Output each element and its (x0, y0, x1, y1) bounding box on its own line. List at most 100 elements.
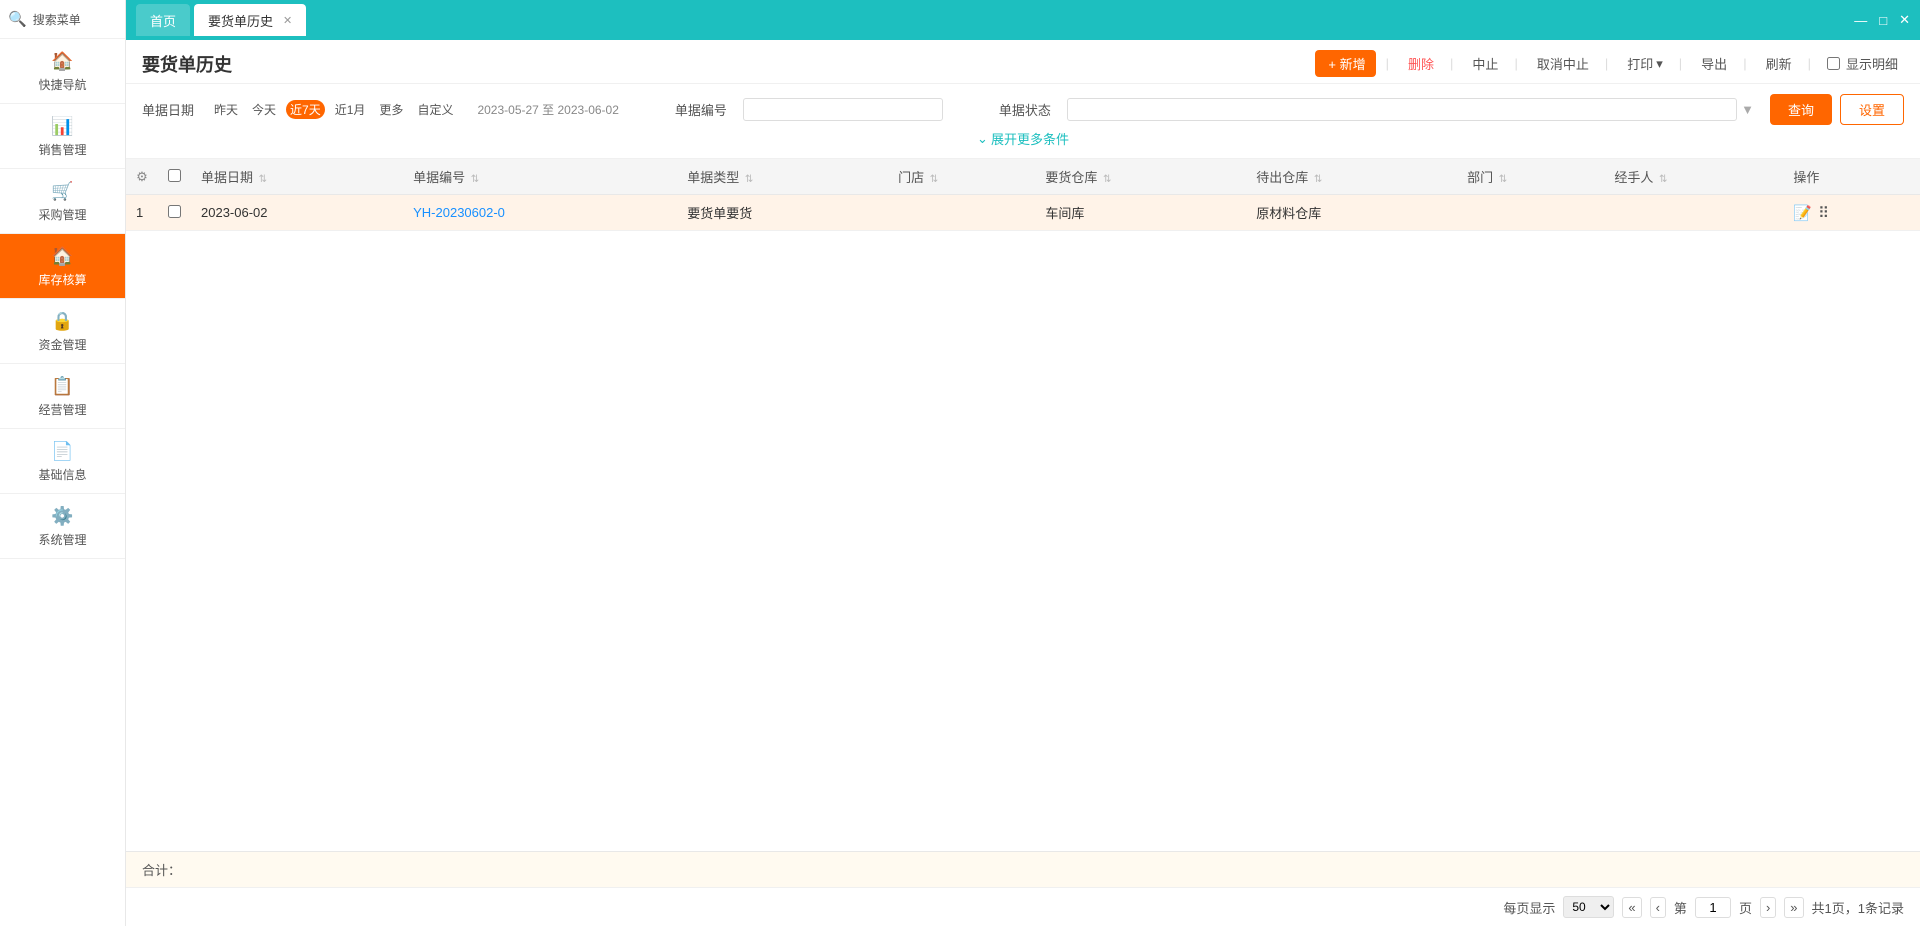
sidebar-item-operation[interactable]: 📋经营管理 (0, 364, 125, 429)
status-dropdown-icon[interactable]: ▼ (1741, 102, 1754, 117)
sep-5: | (1679, 56, 1682, 71)
sidebar-item-sales[interactable]: 📊销售管理 (0, 104, 125, 169)
row-action: 📝 ⠿ (1783, 195, 1920, 231)
row-num: 1 (126, 195, 158, 231)
tab-close-history[interactable]: ✕ (283, 14, 292, 27)
stop-button[interactable]: 中止 (1463, 50, 1504, 77)
next-page-btn[interactable]: › (1760, 897, 1776, 918)
sidebar-search[interactable]: 🔍 搜索菜单 (0, 0, 125, 39)
total-label: 合计： (142, 863, 181, 878)
basic-icon: 📄 (51, 441, 73, 462)
settings-col-header[interactable]: ⚙ (126, 159, 158, 195)
purchase-icon: 🛒 (51, 181, 73, 202)
export-button[interactable]: 导出 (1692, 50, 1733, 77)
query-button[interactable]: 查询 (1770, 94, 1832, 125)
sidebar-item-inventory[interactable]: 🏠库存核算 (0, 234, 125, 299)
col-req-warehouse: 要货仓库 ⇅ (1035, 159, 1246, 195)
sort-date-icon[interactable]: ⇅ (259, 174, 267, 185)
finance-icon: 🔒 (51, 311, 73, 332)
shortcut-last1m[interactable]: 近1月 (331, 100, 370, 119)
sort-orderno-icon[interactable]: ⇅ (471, 174, 479, 185)
sidebar-item-quick-nav[interactable]: 🏠快捷导航 (0, 39, 125, 104)
col-store: 门店 ⇅ (888, 159, 1035, 195)
sort-reqwh-icon[interactable]: ⇅ (1103, 174, 1111, 185)
sidebar-item-purchase[interactable]: 🛒采购管理 (0, 169, 125, 234)
per-page-select[interactable]: 50 100 200 (1563, 896, 1614, 918)
refresh-button[interactable]: 刷新 (1757, 50, 1798, 77)
row-department (1457, 195, 1604, 231)
prev-page-btn[interactable]: ‹ (1650, 897, 1666, 918)
sidebar-item-basic[interactable]: 📄基础信息 (0, 429, 125, 494)
setting-button[interactable]: 设置 (1840, 94, 1904, 125)
order-no-input[interactable] (743, 98, 943, 121)
main-area: 首页要货单历史✕ — □ ✕ 要货单历史 + 新增|删除|中止|取消中止|打印▾… (126, 0, 1920, 926)
cancel-stop-button[interactable]: 取消中止 (1528, 50, 1595, 77)
expand-more[interactable]: ⌄ 展开更多条件 (142, 125, 1904, 152)
sort-dept-icon[interactable]: ⇅ (1499, 174, 1507, 185)
tab-home[interactable]: 首页 (136, 4, 190, 36)
select-all-checkbox[interactable] (168, 169, 181, 182)
row-more-icon[interactable]: ⠿ (1818, 204, 1829, 222)
chevron-down-icon: ⌄ (977, 131, 988, 147)
print-button[interactable]: 打印▾ (1618, 50, 1669, 77)
sep-6: | (1743, 56, 1746, 71)
sidebar-item-finance[interactable]: 🔒资金管理 (0, 299, 125, 364)
page-input[interactable] (1695, 897, 1731, 918)
display-cell-button[interactable]: 显示明细 (1821, 50, 1904, 77)
row-pending-warehouse: 原材料仓库 (1246, 195, 1457, 231)
tab-history[interactable]: 要货单历史 ✕ (194, 4, 306, 36)
sort-type-icon[interactable]: ⇅ (745, 174, 753, 185)
row-store (888, 195, 1035, 231)
close-btn[interactable]: ✕ (1899, 12, 1910, 28)
date-range: 2023-05-27 至 2023-06-02 (477, 101, 618, 118)
page-label: 第 (1674, 898, 1687, 917)
delete-button[interactable]: 删除 (1399, 50, 1440, 77)
main-table: ⚙ 单据日期 ⇅ 单据编号 ⇅ 单据类型 ⇅ 门店 ⇅ 要货仓库 ⇅ 待出仓库 … (126, 159, 1920, 231)
expand-more-label: 展开更多条件 (991, 129, 1069, 148)
shortcut-custom[interactable]: 自定义 (413, 100, 457, 119)
sort-handler-icon[interactable]: ⇅ (1659, 174, 1667, 185)
shortcut-today[interactable]: 今天 (248, 100, 280, 119)
first-page-btn[interactable]: « (1622, 897, 1641, 918)
total-records: 共1页，1条记录 (1812, 898, 1904, 917)
add-button[interactable]: + 新增 (1315, 50, 1375, 77)
header-actions: + 新增|删除|中止|取消中止|打印▾|导出|刷新|显示明细 (1315, 50, 1904, 77)
last-page-btn[interactable]: » (1784, 897, 1803, 918)
page-header: 要货单历史 + 新增|删除|中止|取消中止|打印▾|导出|刷新|显示明细 (126, 40, 1920, 84)
checkbox-col-header (158, 159, 191, 195)
table-header-row: ⚙ 单据日期 ⇅ 单据编号 ⇅ 单据类型 ⇅ 门店 ⇅ 要货仓库 ⇅ 待出仓库 … (126, 159, 1920, 195)
order-no-link[interactable]: YH-20230602-0 (413, 205, 505, 220)
topbar: 首页要货单历史 ✕ — □ ✕ (126, 0, 1920, 40)
minimize-btn[interactable]: — (1854, 13, 1867, 28)
window-controls: — □ ✕ (1854, 12, 1910, 28)
sidebar-item-system[interactable]: ⚙️系统管理 (0, 494, 125, 559)
row-order-no: YH-20230602-0 (403, 195, 677, 231)
shortcut-more[interactable]: 更多 (375, 100, 407, 119)
sort-store-icon[interactable]: ⇅ (930, 174, 938, 185)
status-label: 单据状态 (999, 100, 1051, 119)
filter-actions: 查询 设置 (1770, 94, 1904, 125)
sep-7: | (1808, 56, 1811, 71)
display-cell-check[interactable] (1827, 57, 1840, 70)
sort-pendwh-icon[interactable]: ⇅ (1314, 174, 1322, 185)
row-edit-icon[interactable]: 📝 (1793, 204, 1812, 222)
quick-nav-icon: 🏠 (51, 51, 73, 72)
row-handler (1604, 195, 1783, 231)
tab-label-history: 要货单历史 (208, 11, 273, 30)
col-order-no: 单据编号 ⇅ (403, 159, 677, 195)
row-order-type: 要货单要货 (677, 195, 888, 231)
search-icon: 🔍 (8, 10, 27, 28)
row-select-checkbox[interactable] (168, 205, 181, 218)
row-checkbox (158, 195, 191, 231)
shortcut-yesterday[interactable]: 昨天 (210, 100, 242, 119)
operation-icon: 📋 (51, 376, 73, 397)
table-row: 1 2023-06-02 YH-20230602-0 要货单要货 车间库 原材料… (126, 195, 1920, 231)
status-input[interactable] (1067, 98, 1737, 121)
content-area: 要货单历史 + 新增|删除|中止|取消中止|打印▾|导出|刷新|显示明细 单据日… (126, 40, 1920, 926)
maximize-btn[interactable]: □ (1879, 13, 1887, 28)
col-handler: 经手人 ⇅ (1604, 159, 1783, 195)
page-title: 要货单历史 (142, 51, 232, 77)
shortcut-last7[interactable]: 近7天 (286, 100, 325, 119)
order-no-label: 单据编号 (675, 100, 727, 119)
col-department: 部门 ⇅ (1457, 159, 1604, 195)
